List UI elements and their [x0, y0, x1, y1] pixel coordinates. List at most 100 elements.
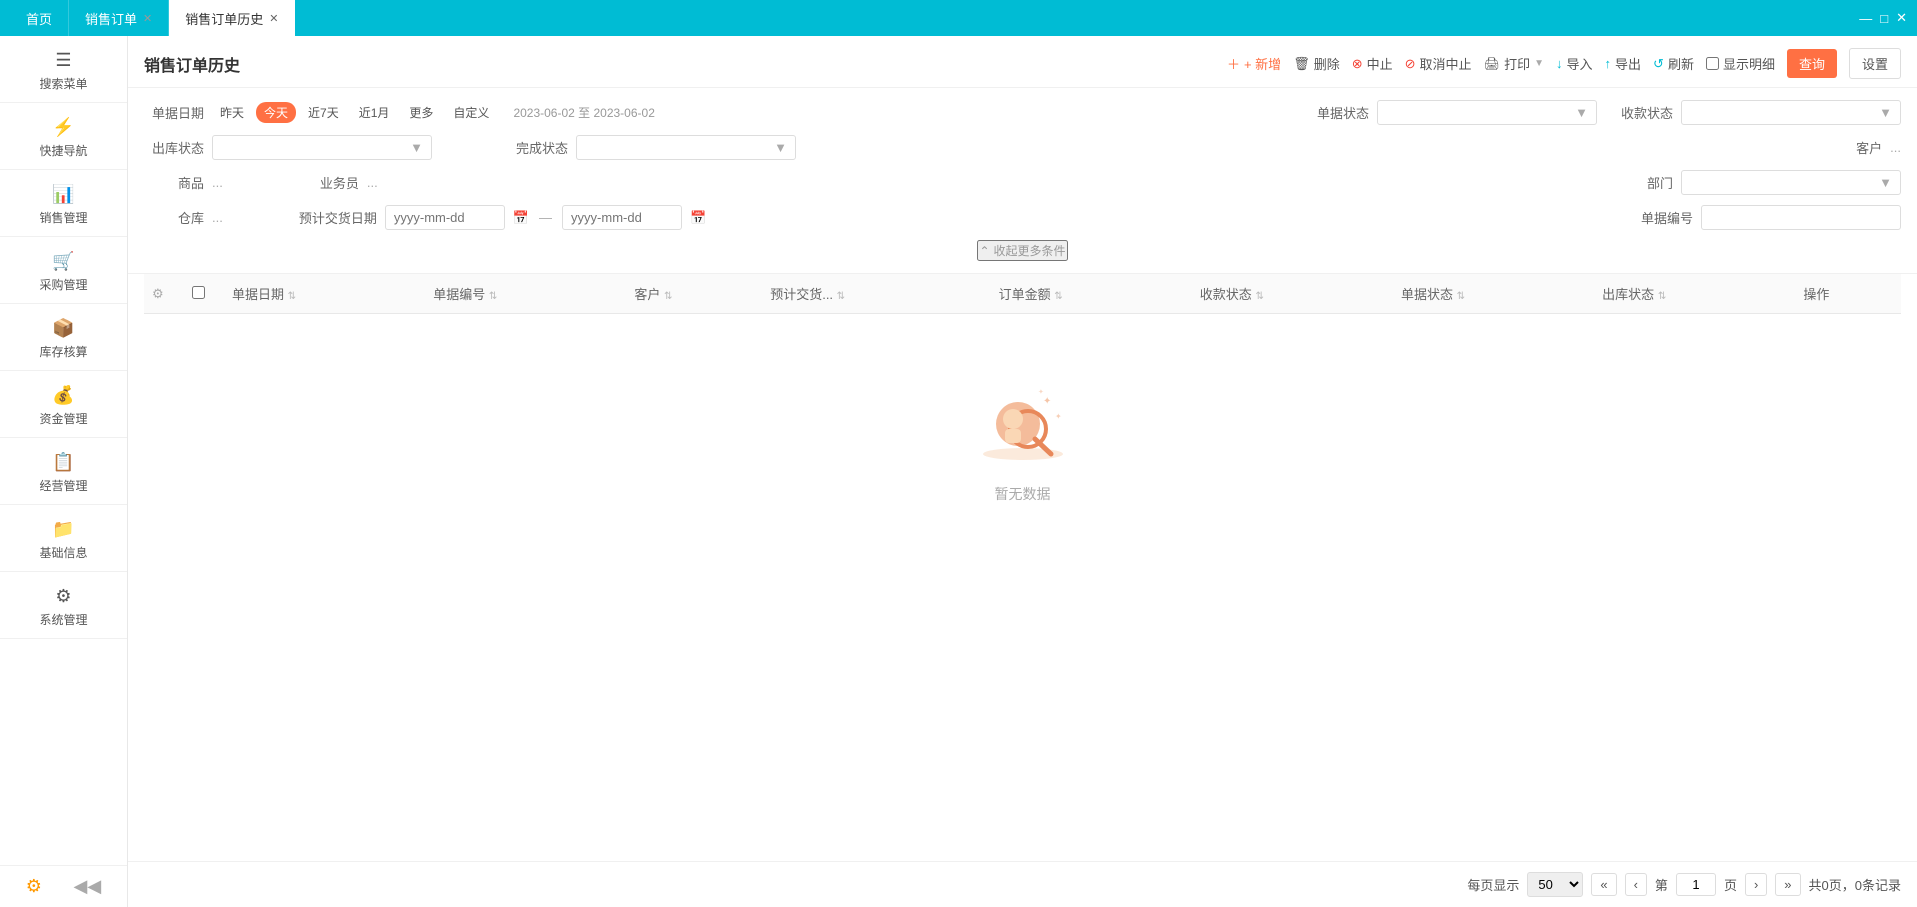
minimize-btn[interactable]: —	[1859, 11, 1872, 26]
pagination: 每页显示 50 10 20 100 « ‹ 第 页 › » 共0页，0条记录	[128, 861, 1917, 907]
operation-mgmt-icon: 📋	[52, 452, 74, 473]
last-page-btn[interactable]: »	[1775, 873, 1800, 896]
next-page-btn[interactable]: ›	[1745, 873, 1767, 896]
page-header: 销售订单历史 ＋ + 新增 🗑 删除 ⊗ 中止 ⊘ 取消中止	[128, 36, 1917, 88]
first-page-btn[interactable]: «	[1591, 873, 1616, 896]
stop-btn[interactable]: ⊗ 中止	[1352, 54, 1393, 73]
collapse-btn[interactable]: ⌃ 收起更多条件	[977, 240, 1067, 261]
sidebar-item-sales-mgmt[interactable]: 📊 销售管理	[0, 170, 127, 237]
sort-date-icon[interactable]: ⇅	[288, 291, 296, 302]
collapse-row: ⌃ 收起更多条件	[144, 240, 1901, 261]
date-btn-yesterday[interactable]: 昨天	[212, 102, 252, 123]
completion-status-select[interactable]: ▼	[576, 135, 796, 160]
maximize-btn[interactable]: □	[1880, 11, 1888, 26]
product-dots[interactable]: ...	[212, 175, 223, 190]
tab-sales-order[interactable]: 销售订单 ✕	[69, 0, 169, 36]
svg-text:✦: ✦	[1038, 388, 1044, 396]
filter-completion-status-item: 完成状态 ▼	[508, 135, 796, 160]
salesman-dots[interactable]: ...	[367, 175, 378, 190]
order-number-input[interactable]	[1701, 205, 1901, 230]
sort-expected-delivery-icon[interactable]: ⇅	[837, 291, 845, 302]
sort-delivery-status-icon[interactable]: ⇅	[1658, 291, 1666, 302]
sidebar-collapse-btn[interactable]: ◀◀	[74, 876, 102, 897]
cancel-stop-btn[interactable]: ⊘ 取消中止	[1405, 54, 1472, 73]
date-btn-today[interactable]: 今天	[256, 102, 296, 123]
date-btn-custom[interactable]: 自定义	[445, 102, 497, 123]
print-btn[interactable]: 🖨 打印 ▼	[1484, 54, 1544, 73]
expected-delivery-to[interactable]	[562, 205, 682, 230]
sidebar-item-system-mgmt[interactable]: ⚙ 系统管理	[0, 572, 127, 639]
tab-sales-order-history[interactable]: 销售订单历史 ✕	[169, 0, 295, 36]
date-btn-more[interactable]: 更多	[401, 102, 441, 123]
sort-amount-icon[interactable]: ⇅	[1054, 291, 1062, 302]
purchase-mgmt-icon: 🛒	[52, 251, 74, 272]
sales-mgmt-icon: 📊	[52, 184, 74, 205]
sidebar-item-operation-mgmt[interactable]: 📋 经营管理	[0, 438, 127, 505]
date-quick-buttons: 昨天 今天 近7天 近1月 更多 自定义	[212, 102, 497, 123]
warehouse-dots[interactable]: ...	[212, 210, 223, 225]
total-label: 共0页，0条记录	[1809, 875, 1901, 894]
table-header: ⚙ 单据日期 ⇅ 单据编号 ⇅	[144, 274, 1901, 314]
department-label: 部门	[1613, 173, 1673, 192]
order-status-select[interactable]: ▼	[1377, 100, 1597, 125]
table-settings-icon[interactable]: ⚙	[152, 286, 164, 301]
sort-customer-icon[interactable]: ⇅	[664, 291, 672, 302]
filter-delivery-status-item: 出库状态 ▼	[144, 135, 432, 160]
sidebar-item-quick-nav[interactable]: ⚡ 快捷导航	[0, 103, 127, 170]
payment-status-select[interactable]: ▼	[1681, 100, 1901, 125]
per-page-select[interactable]: 50 10 20 100	[1527, 872, 1583, 897]
payment-status-label: 收款状态	[1613, 103, 1673, 122]
main-layout: ☰ 搜索菜单 ⚡ 快捷导航 📊 销售管理 🛒 采购管理 📦 库存核算 💰 资金管…	[0, 36, 1917, 907]
delete-btn[interactable]: 🗑 删除	[1293, 54, 1340, 73]
customer-dots[interactable]: ...	[1890, 140, 1901, 155]
query-btn[interactable]: 查询	[1787, 49, 1837, 78]
close-btn[interactable]: ✕	[1896, 10, 1907, 26]
calendar-to-icon[interactable]: 📅	[690, 210, 706, 226]
date-range-display: 2023-06-02 至 2023-06-02	[513, 104, 654, 121]
svg-text:✦: ✦	[1043, 396, 1051, 407]
sort-order-status-icon[interactable]: ⇅	[1457, 291, 1465, 302]
order-status-label: 单据状态	[1309, 103, 1369, 122]
filter-product-item: 商品 ...	[144, 173, 223, 192]
close-sales-order-tab[interactable]: ✕	[143, 12, 152, 25]
salesman-label: 业务员	[299, 173, 359, 192]
display-detail-checkbox-label[interactable]: 显示明细	[1706, 54, 1775, 73]
export-btn[interactable]: ↑ 导出	[1605, 54, 1642, 73]
sidebar-gear-btn[interactable]: ⚙	[26, 876, 42, 897]
refresh-btn[interactable]: ↺ 刷新	[1653, 54, 1694, 73]
col-delivery-status: 出库状态 ⇅	[1594, 274, 1795, 314]
sidebar-item-inventory[interactable]: 📦 库存核算	[0, 304, 127, 371]
sort-payment-status-icon[interactable]: ⇅	[1255, 291, 1263, 302]
col-number: 单据编号 ⇅	[425, 274, 626, 314]
empty-text: 暂无数据	[995, 484, 1051, 504]
order-number-label: 单据编号	[1633, 208, 1693, 227]
department-select[interactable]: ▼	[1681, 170, 1901, 195]
print-dropdown-icon[interactable]: ▼	[1534, 58, 1544, 69]
col-customer: 客户 ⇅	[626, 274, 762, 314]
sidebar-item-search-menu[interactable]: ☰ 搜索菜单	[0, 36, 127, 103]
display-detail-checkbox[interactable]	[1706, 57, 1719, 70]
product-label: 商品	[144, 173, 204, 192]
close-history-tab[interactable]: ✕	[269, 12, 278, 25]
col-expected-delivery: 预计交货... ⇅	[762, 274, 990, 314]
capital-mgmt-icon: 💰	[52, 385, 74, 406]
calendar-from-icon[interactable]: 📅	[513, 210, 529, 226]
select-all-checkbox[interactable]	[192, 286, 205, 299]
warehouse-label: 仓库	[144, 208, 204, 227]
import-btn[interactable]: ↓ 导入	[1556, 54, 1593, 73]
new-btn[interactable]: ＋ + 新增	[1227, 54, 1281, 73]
settings-btn[interactable]: 设置	[1849, 48, 1901, 79]
col-amount: 订单金额 ⇅	[991, 274, 1192, 314]
sidebar-item-capital-mgmt[interactable]: 💰 资金管理	[0, 371, 127, 438]
page-number-input[interactable]	[1676, 873, 1716, 896]
date-btn-7days[interactable]: 近7天	[300, 102, 347, 123]
sidebar-item-purchase-mgmt[interactable]: 🛒 采购管理	[0, 237, 127, 304]
delivery-status-select[interactable]: ▼	[212, 135, 432, 160]
per-page-label: 每页显示	[1467, 875, 1519, 894]
date-btn-1month[interactable]: 近1月	[351, 102, 398, 123]
sidebar-item-basic-info[interactable]: 📁 基础信息	[0, 505, 127, 572]
sort-number-icon[interactable]: ⇅	[489, 291, 497, 302]
tab-home[interactable]: 首页	[10, 0, 69, 36]
expected-delivery-from[interactable]	[385, 205, 505, 230]
prev-page-btn[interactable]: ‹	[1625, 873, 1647, 896]
